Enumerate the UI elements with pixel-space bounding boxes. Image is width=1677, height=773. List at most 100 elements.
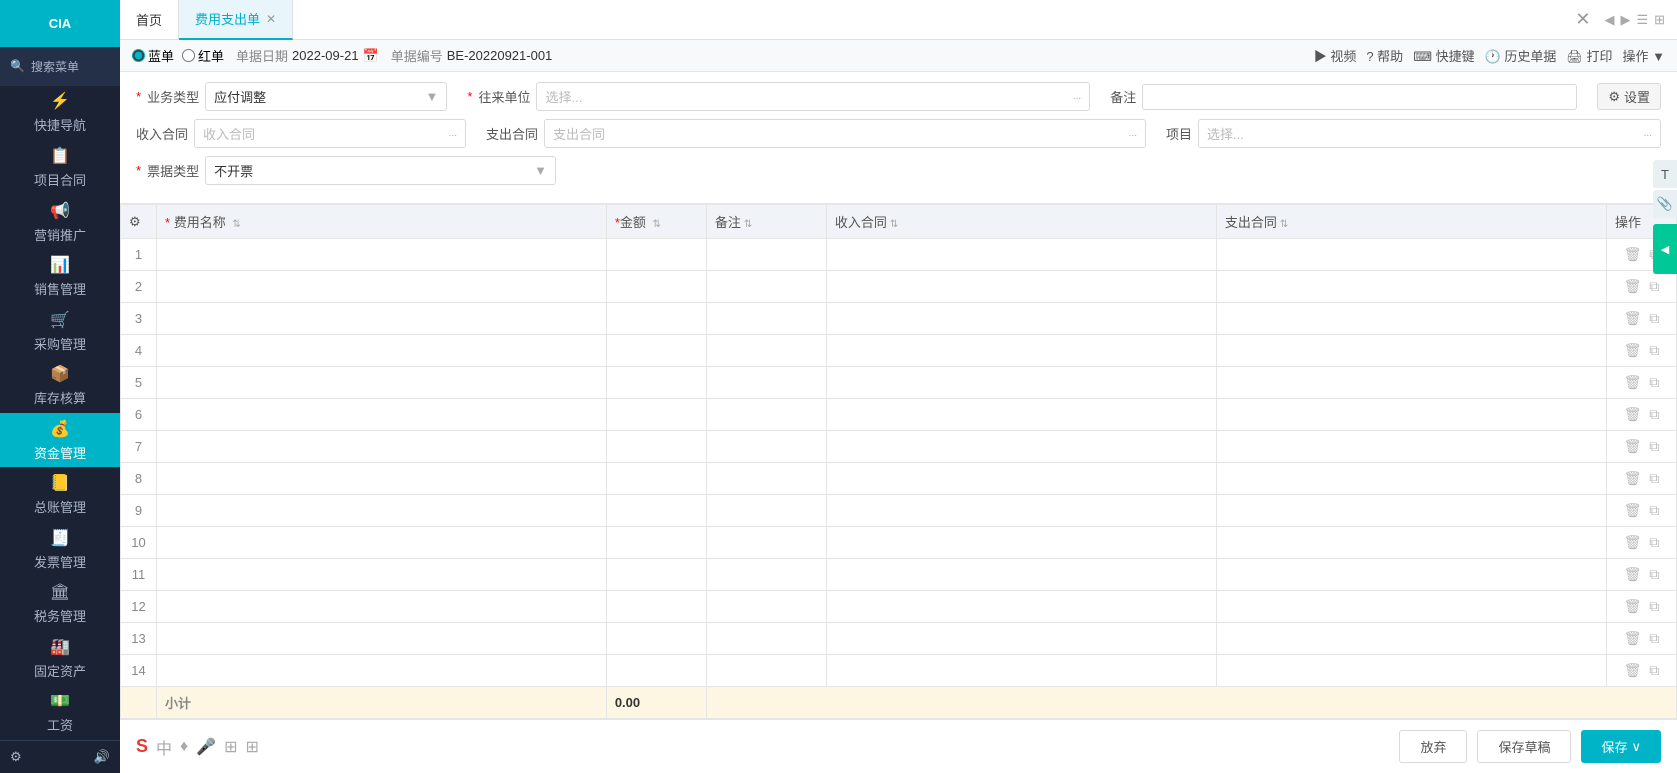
delete-icon[interactable]: 🗑 <box>1624 534 1642 550</box>
remark-cell[interactable] <box>706 399 826 431</box>
income-contract-cell[interactable] <box>826 495 1216 527</box>
col-gear[interactable]: ⚙ <box>121 205 157 239</box>
zhong-icon[interactable]: 中 <box>156 735 172 759</box>
remark-cell[interactable] <box>706 495 826 527</box>
expense-contract-cell[interactable] <box>1216 591 1606 623</box>
expense-name-cell[interactable] <box>157 623 607 655</box>
expense-contract-cell[interactable] <box>1216 559 1606 591</box>
remark-input[interactable] <box>1142 84 1577 110</box>
remark-cell[interactable] <box>706 335 826 367</box>
expense-contract-cell[interactable] <box>1216 303 1606 335</box>
expense-contract-cell[interactable] <box>1216 623 1606 655</box>
amount-cell[interactable] <box>606 527 706 559</box>
income-contract-cell[interactable] <box>826 271 1216 303</box>
window-close-icon[interactable]: ✕ <box>1575 9 1590 30</box>
tab-grid-icon[interactable]: ⊞ <box>1654 12 1665 28</box>
copy-icon[interactable]: ⧉ <box>1649 662 1659 678</box>
apps-icon[interactable]: ⊞ <box>246 737 259 757</box>
video-btn[interactable]: ▶ 视频 <box>1314 46 1357 65</box>
sidebar-item-tax[interactable]: 🏛 税务管理 <box>0 576 120 631</box>
mic-icon[interactable]: 🎤 <box>196 737 216 757</box>
text-tool-btn[interactable]: T <box>1653 160 1677 188</box>
draft-button[interactable]: 保存草稿 <box>1477 730 1571 763</box>
calendar-icon[interactable]: 📅 <box>363 48 379 64</box>
remark-cell[interactable] <box>706 655 826 687</box>
tab-prev-icon[interactable]: ◀ <box>1604 12 1614 28</box>
volume-icon[interactable]: 🔊 <box>94 749 110 765</box>
income-contract-cell[interactable] <box>826 591 1216 623</box>
tab-home[interactable]: 首页 <box>120 0 179 40</box>
sidebar-item-inventory[interactable]: 📦 库存核算 <box>0 358 120 413</box>
income-contract-cell[interactable] <box>826 335 1216 367</box>
expense-name-cell[interactable] <box>157 591 607 623</box>
expense-contract-cell[interactable] <box>1216 399 1606 431</box>
amount-cell[interactable] <box>606 431 706 463</box>
expense-name-cell[interactable] <box>157 655 607 687</box>
expense-contract-cell[interactable] <box>1216 367 1606 399</box>
col-income-contract[interactable]: 收入合同 <box>826 205 1216 239</box>
copy-icon[interactable]: ⧉ <box>1649 534 1659 550</box>
delete-icon[interactable]: 🗑 <box>1624 662 1642 678</box>
radio-red[interactable]: 红单 <box>182 46 224 65</box>
expense-name-cell[interactable] <box>157 431 607 463</box>
expense-contract-cell[interactable] <box>1216 239 1606 271</box>
business-type-input[interactable]: 应付调整 ▼ <box>205 82 447 111</box>
shortcut-btn[interactable]: ⌨ 快捷键 <box>1413 46 1474 65</box>
col-expense-contract[interactable]: 支出合同 <box>1216 205 1606 239</box>
delete-icon[interactable]: 🗑 <box>1624 278 1642 294</box>
radio-blue[interactable]: 蓝单 <box>132 46 174 65</box>
delete-icon[interactable]: 🗑 <box>1624 374 1642 390</box>
sidebar-item-fixed-assets[interactable]: 🏭 固定资产 <box>0 631 120 686</box>
operation-btn[interactable]: 操作 ▼ <box>1623 46 1665 65</box>
income-contract-cell[interactable] <box>826 303 1216 335</box>
income-contract-cell[interactable] <box>826 559 1216 591</box>
help-btn[interactable]: ? 帮助 <box>1366 46 1403 65</box>
settings-button[interactable]: ⚙ 设置 <box>1597 83 1661 110</box>
print-btn[interactable]: 🖨 打印 <box>1566 46 1612 65</box>
save-button[interactable]: 保存 ∨ <box>1581 730 1661 763</box>
amount-cell[interactable] <box>606 591 706 623</box>
amount-cell[interactable] <box>606 463 706 495</box>
amount-cell[interactable] <box>606 399 706 431</box>
expense-contract-cell[interactable] <box>1216 527 1606 559</box>
copy-icon[interactable]: ⧉ <box>1649 374 1659 390</box>
expense-name-cell[interactable] <box>157 335 607 367</box>
amount-cell[interactable] <box>606 303 706 335</box>
amount-cell[interactable] <box>606 495 706 527</box>
expense-contract-cell[interactable] <box>1216 463 1606 495</box>
sidebar-item-fund[interactable]: 💰 资金管理 <box>0 413 120 468</box>
amount-cell[interactable] <box>606 367 706 399</box>
col-amount[interactable]: *金额 <box>606 205 706 239</box>
table-container[interactable]: ⚙ * 费用名称 *金额 备注 收入合同 支出合同 操作 1 <box>120 204 1677 719</box>
remark-cell[interactable] <box>706 431 826 463</box>
history-btn[interactable]: 🕐 历史单据 <box>1485 46 1557 65</box>
sidebar-item-marketing[interactable]: 📢 营销推广 <box>0 195 120 250</box>
expense-name-cell[interactable] <box>157 463 607 495</box>
copy-icon[interactable]: ⧉ <box>1649 598 1659 614</box>
col-expense-name[interactable]: * 费用名称 <box>157 205 607 239</box>
radio-blue-input[interactable] <box>132 49 145 62</box>
delete-icon[interactable]: 🗑 <box>1624 502 1642 518</box>
expense-name-cell[interactable] <box>157 495 607 527</box>
tab-list-icon[interactable]: ☰ <box>1636 12 1648 28</box>
sidebar-item-sales[interactable]: 📊 销售管理 <box>0 249 120 304</box>
delete-icon[interactable]: 🗑 <box>1624 246 1642 262</box>
income-contract-cell[interactable] <box>826 239 1216 271</box>
expense-name-cell[interactable] <box>157 527 607 559</box>
expense-contract-cell[interactable] <box>1216 431 1606 463</box>
tab-next-icon[interactable]: ▶ <box>1620 12 1630 28</box>
settings-icon[interactable]: ⚙ <box>10 749 22 765</box>
remark-cell[interactable] <box>706 623 826 655</box>
income-contract-cell[interactable] <box>826 623 1216 655</box>
sidebar-item-ledger[interactable]: 📒 总账管理 <box>0 467 120 522</box>
sidebar-search[interactable]: 🔍 搜索菜单 <box>0 47 120 86</box>
copy-icon[interactable]: ⧉ <box>1649 630 1659 646</box>
remark-cell[interactable] <box>706 303 826 335</box>
remark-cell[interactable] <box>706 271 826 303</box>
amount-cell[interactable] <box>606 655 706 687</box>
delete-icon[interactable]: 🗑 <box>1624 566 1642 582</box>
project-input[interactable]: 选择... ... <box>1198 119 1661 148</box>
copy-icon[interactable]: ⧉ <box>1649 278 1659 294</box>
amount-cell[interactable] <box>606 559 706 591</box>
income-contract-cell[interactable] <box>826 367 1216 399</box>
